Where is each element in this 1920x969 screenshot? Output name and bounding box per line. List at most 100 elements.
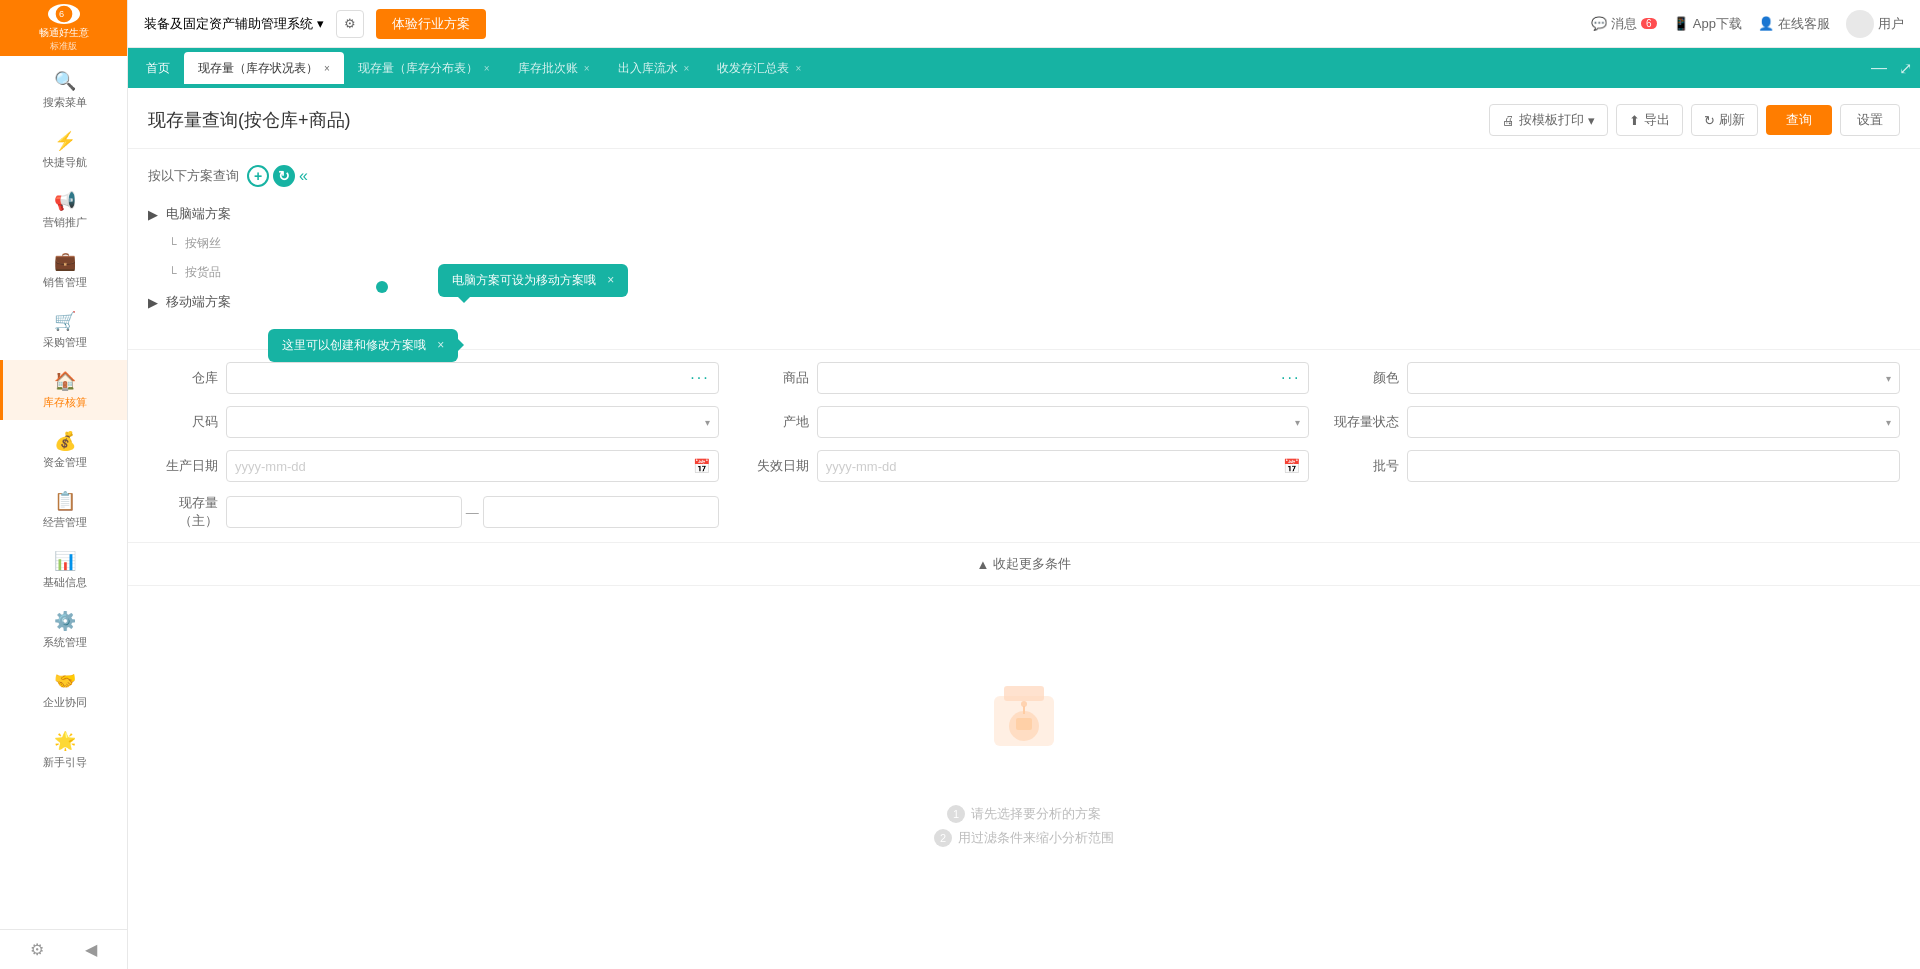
collapse-btn[interactable]: ▲ 收起更多条件	[977, 555, 1072, 573]
svg-point-7	[1021, 701, 1027, 707]
stock-main-to[interactable]	[483, 496, 719, 528]
purchase-icon: 🛒	[54, 310, 76, 332]
refresh-btn[interactable]: ↻ 刷新	[1691, 104, 1758, 136]
sidebar-item-sales[interactable]: 💼 销售管理	[0, 240, 127, 300]
tab-home[interactable]: 首页	[132, 52, 184, 84]
sidebar-item-system[interactable]: ⚙️ 系统管理	[0, 600, 127, 660]
sidebar-item-inventory[interactable]: 🏠 库存核算	[0, 360, 127, 420]
top-header: 装备及固定资产辅助管理系统 ▾ ⚙ 体验行业方案 💬 消息 6 📱 App下载 …	[128, 0, 1920, 48]
sidebar-item-search[interactable]: 🔍 搜索菜单	[0, 60, 127, 120]
notification-btn[interactable]: 💬 消息 6	[1591, 15, 1657, 33]
prod-date-input[interactable]: yyyy-mm-dd 📅	[226, 450, 719, 482]
stock-status-select[interactable]: ▾	[1407, 406, 1900, 438]
tab-inventory-status[interactable]: 现存量（库存状况表） ×	[184, 52, 344, 84]
sidebar-item-purchase[interactable]: 🛒 采购管理	[0, 300, 127, 360]
origin-select[interactable]: ▾	[817, 406, 1310, 438]
color-arrow-icon: ▾	[1886, 373, 1891, 384]
tab-close-inventory-batch[interactable]: ×	[584, 63, 590, 74]
stock-main-from[interactable]	[226, 496, 462, 528]
sales-icon: 💼	[54, 250, 76, 272]
username-label: 用户	[1878, 15, 1904, 33]
sidebar-item-nav[interactable]: ⚡ 快捷导航	[0, 120, 127, 180]
tooltip-create-scheme: 这里可以创建和修改方案哦 ×	[268, 329, 458, 362]
sidebar-item-system-label: 系统管理	[43, 635, 87, 650]
online-service-label: 在线客服	[1778, 15, 1830, 33]
filter-row-goods: 商品 ···	[739, 362, 1310, 394]
tab-close-inventory-status[interactable]: ×	[324, 63, 330, 74]
tab-home-label: 首页	[146, 60, 170, 77]
origin-arrow-icon: ▾	[1295, 417, 1300, 428]
svg-text:6: 6	[59, 9, 64, 19]
tooltip-create-close[interactable]: ×	[437, 338, 444, 352]
sidebar-item-marketing[interactable]: 📢 营销推广	[0, 180, 127, 240]
scheme-list: ▶ 电脑端方案 └ 按钢丝 └ 按货品 ▶ 移动	[148, 199, 328, 317]
filter-row-color: 颜色 ▾	[1329, 362, 1900, 394]
sidebar: 6 畅通好生意 标准版 🔍 搜索菜单 ⚡ 快捷导航 📢 营销推广 💼 销售管理 …	[0, 0, 128, 969]
color-select[interactable]: ▾	[1407, 362, 1900, 394]
tooltip-pc-close[interactable]: ×	[607, 273, 614, 287]
notification-label: 消息	[1611, 15, 1637, 33]
settings-footer-btn[interactable]: ⚙	[30, 940, 44, 959]
scheme-sub-1[interactable]: └ 按钢丝	[148, 229, 328, 258]
tab-maximize-btn[interactable]: ⤢	[1895, 55, 1916, 82]
tab-inventory-dist[interactable]: 现存量（库存分布表） ×	[344, 52, 504, 84]
export-label: 导出	[1644, 111, 1670, 129]
filter-refresh-btn[interactable]: ↻	[273, 165, 295, 187]
scheme-sub-arrow-2: └	[168, 266, 177, 280]
sidebar-item-enterprise[interactable]: 🤝 企业协同	[0, 660, 127, 720]
chevron-right-icon-2: ▶	[148, 295, 158, 310]
collapse-btn-label: 收起更多条件	[993, 555, 1071, 573]
system-title[interactable]: 装备及固定资产辅助管理系统 ▾	[144, 15, 324, 33]
sidebar-item-basic[interactable]: 📊 基础信息	[0, 540, 127, 600]
tab-close-inout-flow[interactable]: ×	[684, 63, 690, 74]
filter-arrow-btn[interactable]: «	[299, 167, 308, 185]
tooltip-create-text: 这里可以创建和修改方案哦	[282, 338, 426, 352]
collapse-up-icon: ▲	[977, 557, 990, 572]
exp-date-input[interactable]: yyyy-mm-dd 📅	[817, 450, 1310, 482]
warehouse-dots[interactable]: ···	[690, 369, 709, 387]
origin-label: 产地	[739, 413, 809, 431]
scheme-item-pc[interactable]: ▶ 电脑端方案	[148, 199, 328, 229]
filter-row-stock-main: 现存量（主） —	[148, 494, 719, 530]
tab-inventory-status-label: 现存量（库存状况表）	[198, 60, 318, 77]
tab-recv-summary[interactable]: 收发存汇总表 ×	[703, 52, 815, 84]
online-service-btn[interactable]: 👤 在线客服	[1758, 15, 1830, 33]
print-btn[interactable]: 🖨 按模板打印 ▾	[1489, 104, 1608, 136]
sidebar-item-operation[interactable]: 📋 经营管理	[0, 480, 127, 540]
sidebar-item-basic-label: 基础信息	[43, 575, 87, 590]
marketing-icon: 📢	[54, 190, 76, 212]
scheme-pc-label: 电脑端方案	[166, 205, 231, 223]
service-icon: 👤	[1758, 16, 1774, 31]
warehouse-select[interactable]: ···	[226, 362, 719, 394]
app-download-btn[interactable]: 📱 App下载	[1673, 15, 1742, 33]
export-btn[interactable]: ⬆ 导出	[1616, 104, 1683, 136]
query-btn[interactable]: 查询	[1766, 105, 1832, 135]
scheme-mobile-label: 移动端方案	[166, 293, 231, 311]
tab-close-recv-summary[interactable]: ×	[795, 63, 801, 74]
scheme-sub-2[interactable]: └ 按货品	[148, 258, 328, 287]
finance-icon: 💰	[54, 430, 76, 452]
goods-label: 商品	[739, 369, 809, 387]
step-1-num: 1	[947, 805, 965, 823]
collapse-sidebar-btn[interactable]: ◀	[85, 940, 97, 959]
chevron-right-icon: ▶	[148, 207, 158, 222]
reset-btn[interactable]: 设置	[1840, 104, 1900, 136]
filter-add-btn[interactable]: +	[247, 165, 269, 187]
settings-button[interactable]: ⚙	[336, 10, 364, 38]
system-name-text: 装备及固定资产辅助管理系统	[144, 15, 313, 33]
goods-dots[interactable]: ···	[1281, 369, 1300, 387]
filter-container: 按以下方案查询 + ↻ « ▶ 电脑端方案	[128, 149, 1920, 933]
filter-row-exp-date: 失效日期 yyyy-mm-dd 📅	[739, 450, 1310, 482]
batch-input[interactable]	[1407, 450, 1900, 482]
user-btn[interactable]: 用户	[1846, 10, 1904, 38]
tab-close-inventory-dist[interactable]: ×	[484, 63, 490, 74]
size-select[interactable]: ▾	[226, 406, 719, 438]
goods-select[interactable]: ···	[817, 362, 1310, 394]
industry-btn[interactable]: 体验行业方案	[376, 9, 486, 39]
tab-minimize-btn[interactable]: —	[1867, 55, 1891, 81]
scheme-item-mobile[interactable]: ▶ 移动端方案	[148, 287, 328, 317]
sidebar-item-finance[interactable]: 💰 资金管理	[0, 420, 127, 480]
tab-inout-flow[interactable]: 出入库流水 ×	[604, 52, 704, 84]
sidebar-item-guide[interactable]: 🌟 新手引导	[0, 720, 127, 780]
tab-inventory-batch[interactable]: 库存批次账 ×	[504, 52, 604, 84]
